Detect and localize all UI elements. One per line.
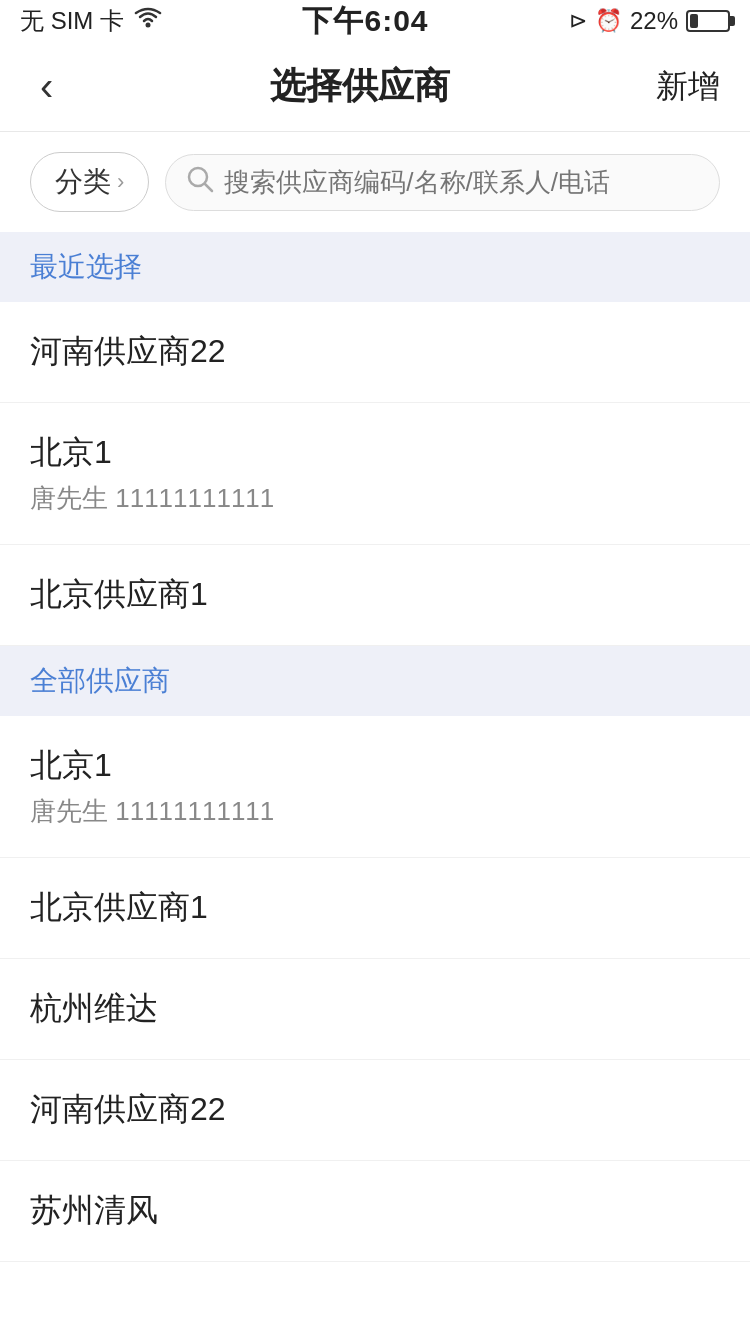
all-section-header: 全部供应商 <box>0 646 750 716</box>
supplier-name: 北京1 <box>30 431 720 475</box>
supplier-name: 杭州维达 <box>30 987 720 1031</box>
list-item[interactable]: 北京供应商1 <box>0 545 750 646</box>
status-bar: 无 SIM 卡 下午6:04 ⊳ ⏰ 22% <box>0 0 750 42</box>
list-item[interactable]: 北京供应商1 <box>0 858 750 959</box>
search-input[interactable] <box>224 167 699 198</box>
status-right: ⊳ ⏰ 22% <box>569 7 730 35</box>
alarm-icon: ⏰ <box>595 8 622 34</box>
no-sim-text: 无 SIM 卡 <box>20 5 124 37</box>
status-time: 下午6:04 <box>302 1 428 42</box>
filter-bar: 分类 › <box>0 132 750 232</box>
supplier-contact: 唐先生 11111111111 <box>30 794 720 829</box>
supplier-name: 北京1 <box>30 744 720 788</box>
list-item[interactable]: 河南供应商22 <box>0 1060 750 1161</box>
supplier-name: 苏州清风 <box>30 1189 720 1233</box>
battery-percent: 22% <box>630 7 678 35</box>
wifi-icon <box>134 7 162 35</box>
list-item[interactable]: 苏州清风 <box>0 1161 750 1262</box>
svg-line-2 <box>205 184 212 191</box>
supplier-name: 北京供应商1 <box>30 886 720 930</box>
battery-icon <box>686 10 730 32</box>
page-title: 选择供应商 <box>270 62 450 111</box>
nav-bar: ‹ 选择供应商 新增 <box>0 42 750 132</box>
back-button[interactable]: ‹ <box>30 54 63 119</box>
search-icon <box>186 165 214 200</box>
recent-list: 河南供应商22 北京1 唐先生 11111111111 北京供应商1 <box>0 302 750 646</box>
supplier-name: 河南供应商22 <box>30 330 720 374</box>
all-section-label: 全部供应商 <box>30 665 170 696</box>
search-box[interactable] <box>165 154 720 211</box>
all-list: 北京1 唐先生 11111111111 北京供应商1 杭州维达 河南供应商22 苏… <box>0 716 750 1262</box>
supplier-name: 北京供应商1 <box>30 573 720 617</box>
chevron-right-icon: › <box>117 169 124 195</box>
svg-point-0 <box>146 23 151 28</box>
location-icon: ⊳ <box>569 8 587 34</box>
supplier-contact: 唐先生 11111111111 <box>30 481 720 516</box>
category-label: 分类 <box>55 163 111 201</box>
list-item[interactable]: 河南供应商22 <box>0 302 750 403</box>
list-item[interactable]: 杭州维达 <box>0 959 750 1060</box>
recent-section-header: 最近选择 <box>0 232 750 302</box>
list-item[interactable]: 北京1 唐先生 11111111111 <box>0 716 750 858</box>
supplier-name: 河南供应商22 <box>30 1088 720 1132</box>
status-left: 无 SIM 卡 <box>20 5 162 37</box>
add-button[interactable]: 新增 <box>656 65 720 109</box>
category-button[interactable]: 分类 › <box>30 152 149 212</box>
recent-section-label: 最近选择 <box>30 251 142 282</box>
list-item[interactable]: 北京1 唐先生 11111111111 <box>0 403 750 545</box>
